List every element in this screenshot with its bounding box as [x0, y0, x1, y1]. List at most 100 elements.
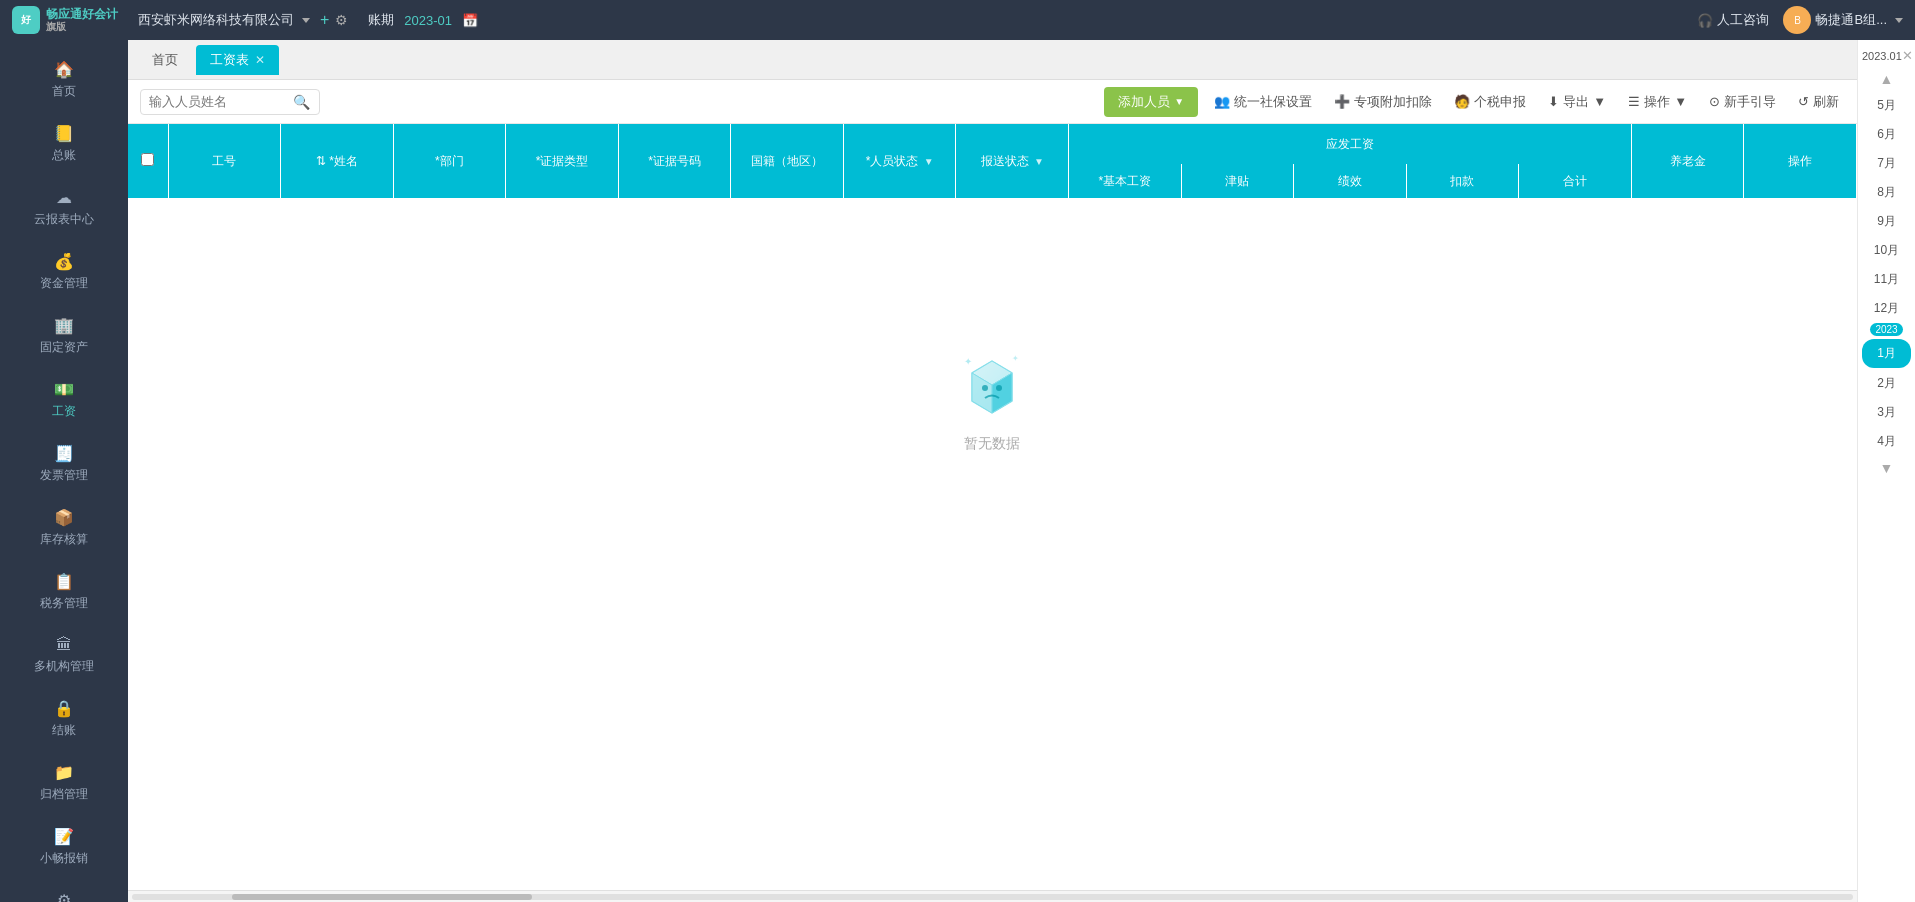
- company-dropdown-icon[interactable]: [302, 18, 310, 23]
- sidebar-item-label: 多机构管理: [34, 658, 94, 675]
- app-name: 畅应通好会计: [46, 7, 118, 21]
- sidebar-item-tax[interactable]: 📋 税务管理: [4, 562, 124, 622]
- payroll-icon: 💵: [54, 380, 74, 399]
- scrollbar-thumb[interactable]: [232, 894, 532, 900]
- operations-btn[interactable]: ☰ 操作 ▼: [1622, 89, 1693, 115]
- personnel-status-filter-icon[interactable]: ▼: [924, 156, 934, 167]
- calendar-icon[interactable]: 📅: [462, 13, 478, 28]
- sidebar-item-cloud-report[interactable]: ☁ 云报表中心: [4, 178, 124, 238]
- add-dropdown-icon: ▼: [1174, 96, 1184, 107]
- sidebar-item-home[interactable]: 🏠 首页: [4, 50, 124, 110]
- special-deduction-btn[interactable]: ➕ 专项附加扣除: [1328, 89, 1438, 115]
- tab-home[interactable]: 首页: [138, 45, 192, 75]
- period-sidebar-title: 2023.01: [1862, 50, 1902, 62]
- sidebar-item-fixed-assets[interactable]: 🏢 固定资产: [4, 306, 124, 366]
- svg-text:✦: ✦: [964, 356, 972, 367]
- sidebar-item-label: 云报表中心: [34, 211, 94, 228]
- select-all-checkbox[interactable]: [141, 153, 154, 166]
- sidebar-item-archive[interactable]: 📁 归档管理: [4, 753, 124, 813]
- sidebar-item-label: 库存核算: [40, 531, 88, 548]
- search-wrapper: 🔍: [140, 89, 320, 115]
- home-icon: 🏠: [54, 60, 74, 79]
- period-month-2[interactable]: 2月: [1858, 369, 1915, 398]
- special-deduction-icon: ➕: [1334, 94, 1350, 109]
- search-icon[interactable]: 🔍: [293, 94, 310, 110]
- tab-close-icon[interactable]: ✕: [255, 53, 265, 67]
- th-report-status: 报送状态 ▼: [956, 124, 1069, 198]
- toolbar: 🔍 添加人员 ▼ 👥 统一社保设置 ➕ 专项附加扣除 🧑 个税申报 ⬇ 导出: [128, 80, 1857, 124]
- sidebar-item-payroll[interactable]: 💵 工资: [4, 370, 124, 430]
- new-guide-icon: ⊙: [1709, 94, 1720, 109]
- sidebar-item-basic-settings[interactable]: ⚙ 基础设置: [4, 881, 124, 902]
- tab-payroll-table[interactable]: 工资表 ✕: [196, 45, 279, 75]
- period-month-7[interactable]: 7月: [1858, 149, 1915, 178]
- th-base-wage: *基本工资: [1069, 164, 1182, 198]
- empty-state-row: ✦ ✦ 暂无数据: [128, 198, 1857, 598]
- period-month-3[interactable]: 3月: [1858, 398, 1915, 427]
- period-month-4[interactable]: 4月: [1858, 427, 1915, 456]
- th-pension: 养老金: [1631, 124, 1744, 198]
- ledger-icon: 📒: [54, 124, 74, 143]
- window-close-btn[interactable]: ✕: [1902, 48, 1913, 63]
- sidebar-item-multi-org[interactable]: 🏛 多机构管理: [4, 626, 124, 685]
- export-btn[interactable]: ⬇ 导出 ▼: [1542, 89, 1612, 115]
- sidebar-item-fund-mgmt[interactable]: 💰 资金管理: [4, 242, 124, 302]
- report-status-filter-icon[interactable]: ▼: [1034, 156, 1044, 167]
- tab-bar: 首页 工资表 ✕: [128, 40, 1857, 80]
- new-guide-btn[interactable]: ⊙ 新手引导: [1703, 89, 1782, 115]
- period-month-11[interactable]: 11月: [1858, 265, 1915, 294]
- th-allowance: 津贴: [1181, 164, 1294, 198]
- sidebar-item-general-ledger[interactable]: 📒 总账: [4, 114, 124, 174]
- main-layout: 🏠 首页 📒 总账 ☁ 云报表中心 💰 资金管理 🏢 固定资产 💵 工资 🧾 发…: [0, 40, 1915, 902]
- period-month-8[interactable]: 8月: [1858, 178, 1915, 207]
- sidebar-item-inventory[interactable]: 📦 库存核算: [4, 498, 124, 558]
- add-company-icon[interactable]: +: [320, 11, 329, 29]
- content-area: 首页 工资表 ✕ 🔍 添加人员 ▼ 👥 统一社保设置 ➕: [128, 40, 1857, 902]
- sidebar-item-invoice[interactable]: 🧾 发票管理: [4, 434, 124, 494]
- th-checkbox[interactable]: [128, 124, 168, 198]
- settings-icon[interactable]: ⚙: [335, 12, 348, 28]
- empty-text: 暂无数据: [964, 435, 1020, 453]
- personal-tax-btn[interactable]: 🧑 个税申报: [1448, 89, 1532, 115]
- company-selector[interactable]: 西安虾米网络科技有限公司: [138, 11, 310, 29]
- search-input[interactable]: [149, 94, 289, 109]
- period-month-1-active[interactable]: 1月: [1862, 339, 1911, 368]
- sidebar-item-label: 发票管理: [40, 467, 88, 484]
- refresh-btn[interactable]: ↺ 刷新: [1792, 89, 1845, 115]
- payroll-table: 工号 ⇅ *姓名 *部门 *证据类型 *证据号码: [128, 124, 1857, 598]
- social-security-btn[interactable]: 👥 统一社保设置: [1208, 89, 1318, 115]
- sidebar-item-label: 首页: [52, 83, 76, 100]
- period-month-6[interactable]: 6月: [1858, 120, 1915, 149]
- add-person-button[interactable]: 添加人员 ▼: [1104, 87, 1198, 117]
- user-menu[interactable]: B 畅捷通B组...: [1783, 6, 1903, 34]
- period-month-12[interactable]: 12月: [1858, 294, 1915, 323]
- period-month-9[interactable]: 9月: [1858, 207, 1915, 236]
- user-name: 畅捷通B组...: [1815, 11, 1887, 29]
- horizontal-scrollbar[interactable]: [128, 890, 1857, 902]
- invoice-icon: 🧾: [54, 444, 74, 463]
- sidebar-item-close-period[interactable]: 🔒 结账: [4, 689, 124, 749]
- archive-icon: 📁: [54, 763, 74, 782]
- manual-service-label: 人工咨询: [1717, 11, 1769, 29]
- th-country: 国籍（地区）: [731, 124, 844, 198]
- cloud-icon: ☁: [56, 188, 72, 207]
- scrollbar-track: [132, 894, 1853, 900]
- period-month-5[interactable]: 5月: [1858, 91, 1915, 120]
- th-id-type: *证据类型: [506, 124, 619, 198]
- period-month-10[interactable]: 10月: [1858, 236, 1915, 265]
- table-body: ✦ ✦ 暂无数据: [128, 198, 1857, 598]
- sidebar: 🏠 首页 📒 总账 ☁ 云报表中心 💰 资金管理 🏢 固定资产 💵 工资 🧾 发…: [0, 40, 128, 902]
- period-prev-nav[interactable]: ▲: [1876, 67, 1898, 91]
- period-selector[interactable]: 账期 2023-01 📅: [368, 11, 478, 29]
- expense-icon: 📝: [54, 827, 74, 846]
- manual-service-btn[interactable]: 🎧 人工咨询: [1697, 11, 1769, 29]
- user-dropdown-icon[interactable]: [1895, 18, 1903, 23]
- th-total: 合计: [1519, 164, 1632, 198]
- sidebar-item-expense[interactable]: 📝 小畅报销: [4, 817, 124, 877]
- sidebar-item-label: 小畅报销: [40, 850, 88, 867]
- year-badge: 2023: [1870, 323, 1902, 336]
- empty-state: ✦ ✦ 暂无数据: [128, 198, 1857, 598]
- th-employee-id: 工号: [168, 124, 281, 198]
- period-next-nav[interactable]: ▼: [1876, 456, 1898, 480]
- top-bar-right: 🎧 人工咨询 B 畅捷通B组...: [1697, 6, 1903, 34]
